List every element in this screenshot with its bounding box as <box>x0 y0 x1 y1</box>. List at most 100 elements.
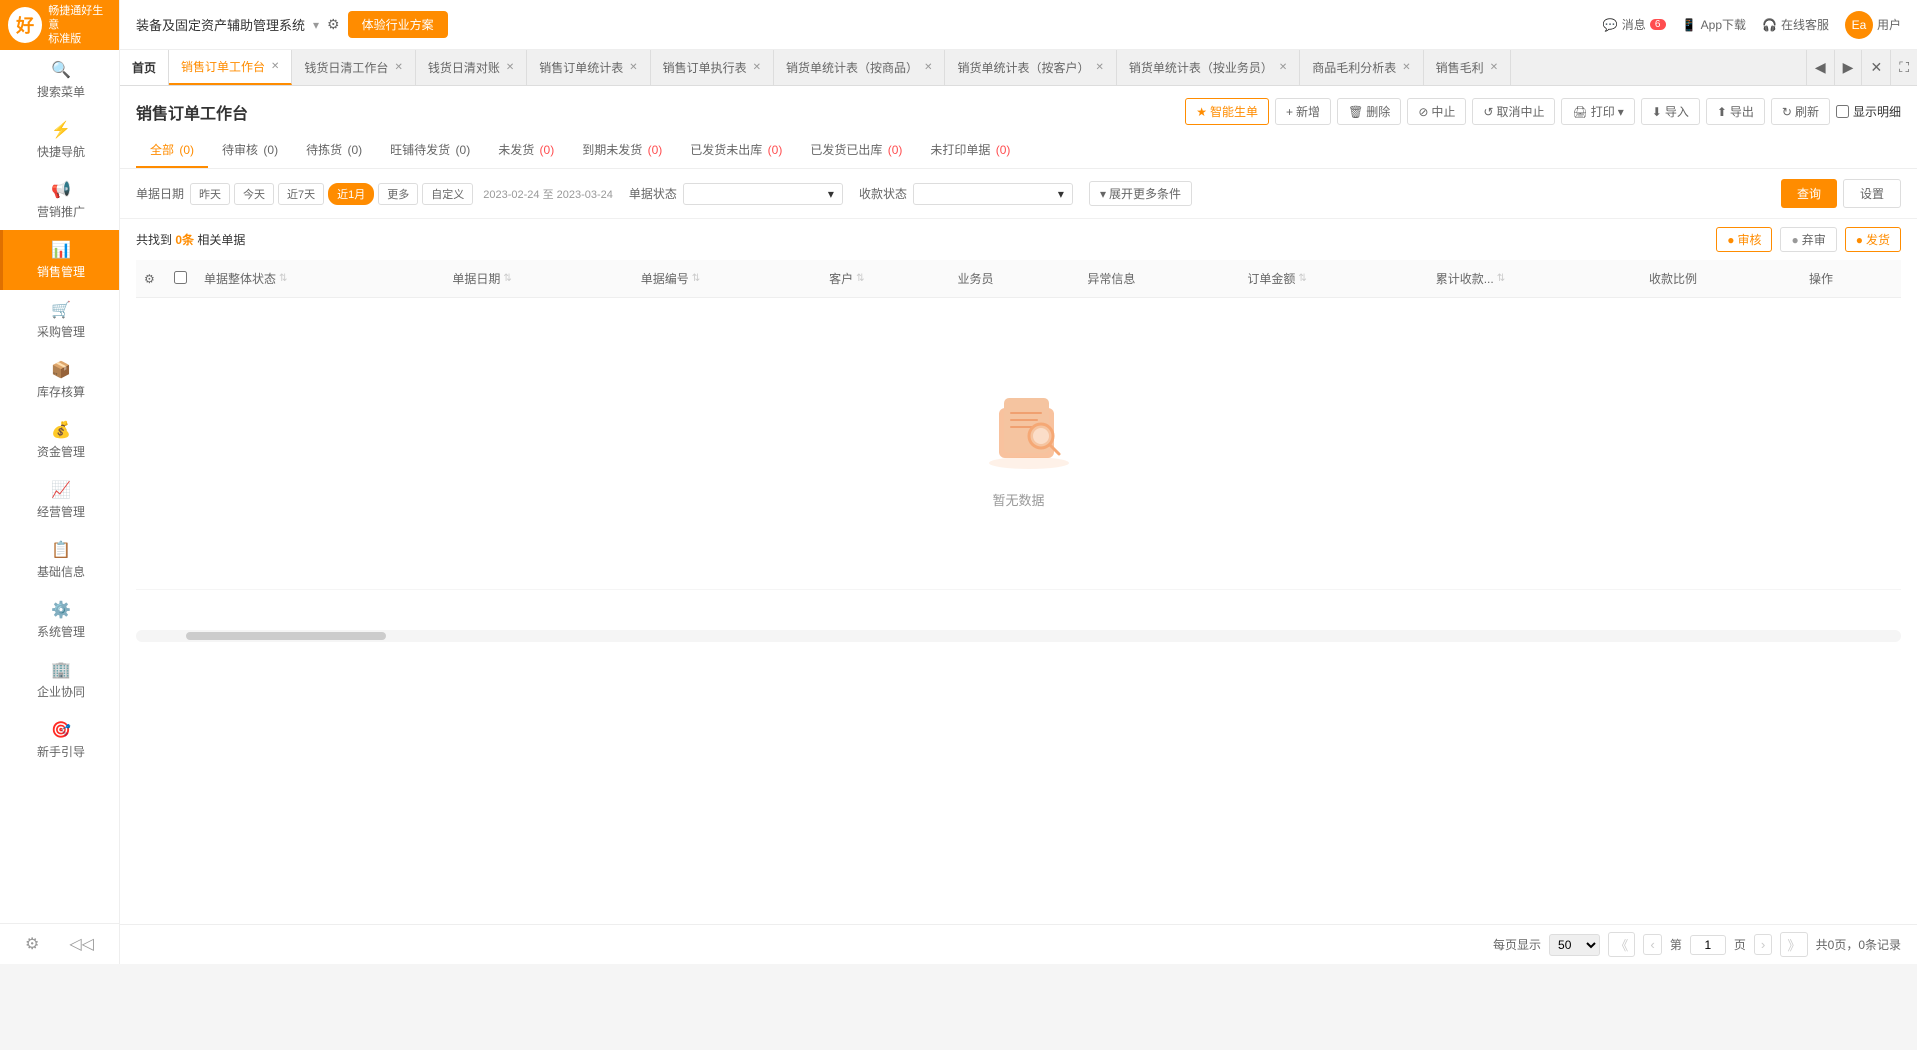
tab-sales-exec[interactable]: 销售订单执行表 ✕ <box>651 50 774 85</box>
sub-tab-not-printed[interactable]: 未打印单据 (0) <box>916 133 1024 168</box>
tab-close-icon[interactable]: ✕ <box>1490 62 1498 73</box>
tab-sales-summary-product[interactable]: 销货单统计表（按商品） ✕ <box>774 50 945 85</box>
show-detail-toggle[interactable]: 显示明细 <box>1836 103 1901 120</box>
header-right: 💬 消息 6 📱 App下载 🎧 在线客服 Ea 用户 <box>1603 11 1901 39</box>
sidebar-item-search[interactable]: 🔍 搜索菜单 <box>0 50 119 110</box>
delete-button[interactable]: 🗑 删除 <box>1337 98 1401 125</box>
sidebar-item-marketing[interactable]: 📢 营销推广 <box>0 170 119 230</box>
tab-sales-gross[interactable]: 销售毛利 ✕ <box>1424 50 1511 85</box>
sidebar-item-guide[interactable]: 🎯 新手引导 <box>0 710 119 770</box>
th-number-sort[interactable]: 单据编号 ⇅ <box>641 270 813 287</box>
tab-close-icon[interactable]: ✕ <box>1095 62 1103 73</box>
custom-btn[interactable]: 自定义 <box>422 183 473 205</box>
sidebar-item-system[interactable]: ⚙️ 系统管理 <box>0 590 119 650</box>
show-detail-checkbox[interactable] <box>1836 105 1849 118</box>
last7-btn[interactable]: 近7天 <box>278 183 324 205</box>
th-amount-sort[interactable]: 订单金额 ⇅ <box>1247 270 1419 287</box>
sub-tab-all[interactable]: 全部 (0) <box>136 133 208 168</box>
sub-tab-overdue-not-shipped[interactable]: 到期未发货 (0) <box>568 133 676 168</box>
tab-close-icon[interactable]: ✕ <box>1402 62 1410 73</box>
review-action-button[interactable]: ● 审核 <box>1716 227 1772 252</box>
tab-gross-profit[interactable]: 商品毛利分析表 ✕ <box>1300 50 1423 85</box>
tab-close-icon[interactable]: ✕ <box>924 62 932 73</box>
sidebar-item-inventory[interactable]: 📦 库存核算 <box>0 350 119 410</box>
tab-sales-stats[interactable]: 销售订单统计表 ✕ <box>527 50 650 85</box>
add-button[interactable]: + 新增 <box>1275 98 1331 125</box>
online-service-button[interactable]: 🎧 在线客服 <box>1762 16 1829 33</box>
tab-sales-workbench[interactable]: 销售订单工作台 ✕ <box>169 50 292 85</box>
sidebar-item-quick-nav[interactable]: ⚡ 快捷导航 <box>0 110 119 170</box>
th-gear[interactable]: ⚙ <box>136 260 166 298</box>
refresh-button[interactable]: ↻ 刷新 <box>1771 98 1830 125</box>
select-all-checkbox[interactable] <box>174 271 187 284</box>
tab-maximize-button[interactable]: ⛶ <box>1890 50 1917 85</box>
horizontal-scrollbar[interactable] <box>136 630 1901 642</box>
settings-bottom-icon[interactable]: ⚙ <box>25 934 39 954</box>
sidebar-item-basic-info[interactable]: 📋 基础信息 <box>0 530 119 590</box>
cancel-dot: ● <box>1791 233 1798 247</box>
tab-close-icon[interactable]: ✕ <box>629 62 637 73</box>
collapse-icon[interactable]: ◁◁ <box>69 934 94 954</box>
page-number-input[interactable] <box>1690 935 1726 955</box>
per-page-select[interactable]: 50 10 20 100 <box>1549 934 1600 956</box>
tab-close-icon[interactable]: ✕ <box>1279 62 1287 73</box>
sub-tab-wangpu-pending[interactable]: 旺铺待发货 (0) <box>376 133 484 168</box>
last-page-button[interactable]: 》 <box>1780 932 1807 957</box>
sub-tab-not-shipped[interactable]: 未发货 (0) <box>484 133 568 168</box>
tab-scroll-right-button[interactable]: ▶ <box>1834 50 1862 85</box>
more-btn[interactable]: 更多 <box>378 183 418 205</box>
import-button[interactable]: ⬇ 导入 <box>1641 98 1700 125</box>
th-date-sort[interactable]: 单据日期 ⇅ <box>452 270 624 287</box>
tab-close-icon[interactable]: ✕ <box>506 62 514 73</box>
pagination-bar: 每页显示 50 10 20 100 《 ‹ 第 页 › 》 共0页，0条记录 <box>120 924 1917 964</box>
user-button[interactable]: Ea 用户 <box>1845 11 1901 39</box>
cancel-stop-button[interactable]: ↺ 取消中止 <box>1472 98 1555 125</box>
tab-close-icon[interactable]: ✕ <box>753 62 761 73</box>
scrollbar-thumb[interactable] <box>186 632 386 640</box>
ship-action-button[interactable]: ● 发货 <box>1845 227 1901 252</box>
sub-tab-pending-pickup[interactable]: 待拣货 (0) <box>292 133 376 168</box>
export-button[interactable]: ⬆ 导出 <box>1706 98 1765 125</box>
last-month-btn[interactable]: 近1月 <box>328 183 374 205</box>
next-page-button[interactable]: › <box>1754 934 1772 955</box>
message-button[interactable]: 💬 消息 6 <box>1603 16 1666 33</box>
tab-sales-summary-customer[interactable]: 销货单统计表（按客户） ✕ <box>945 50 1116 85</box>
sub-tab-shipped-out[interactable]: 已发货已出库 (0) <box>796 133 916 168</box>
tab-close-icon[interactable]: ✕ <box>271 61 279 72</box>
sidebar-item-enterprise[interactable]: 🏢 企业协同 <box>0 650 119 710</box>
dropdown-arrow-icon[interactable]: ▾ <box>313 18 319 32</box>
sub-tab-pending-review[interactable]: 待审核 (0) <box>208 133 292 168</box>
tab-close-all-button[interactable]: ✕ <box>1861 50 1890 85</box>
today-btn[interactable]: 今天 <box>234 183 274 205</box>
stop-button[interactable]: ⊘ 中止 <box>1407 98 1466 125</box>
app-download-button[interactable]: 📱 App下载 <box>1682 16 1746 33</box>
sidebar-item-purchase[interactable]: 🛒 采购管理 <box>0 290 119 350</box>
smart-create-button[interactable]: ★ 智能生单 <box>1185 98 1269 125</box>
header-gear-icon[interactable]: ⚙ <box>327 16 340 33</box>
tab-scroll-left-button[interactable]: ◀ <box>1806 50 1834 85</box>
th-status-sort[interactable]: 单据整体状态 ⇅ <box>204 270 436 287</box>
tab-home[interactable]: 首页 <box>120 50 169 85</box>
tab-cash-daily[interactable]: 钱货日清工作台 ✕ <box>292 50 415 85</box>
prev-page-button[interactable]: ‹ <box>1643 934 1661 955</box>
sidebar-item-sales[interactable]: 📊 销售管理 <box>0 230 119 290</box>
sub-tab-shipped-not-out[interactable]: 已发货未出库 (0) <box>676 133 796 168</box>
status-select[interactable]: ▾ <box>683 183 843 205</box>
th-checkbox[interactable] <box>166 260 196 298</box>
first-page-button[interactable]: 《 <box>1608 932 1635 957</box>
cancel-review-button[interactable]: ● 弃审 <box>1780 227 1836 252</box>
yesterday-btn[interactable]: 昨天 <box>190 183 230 205</box>
industry-solution-button[interactable]: 体验行业方案 <box>348 11 448 38</box>
th-collected-sort[interactable]: 累计收款... ⇅ <box>1436 270 1633 287</box>
payment-select[interactable]: ▾ <box>913 183 1073 205</box>
filter-setting-button[interactable]: 设置 <box>1843 179 1901 208</box>
expand-conditions-button[interactable]: ▾ 展开更多条件 <box>1089 181 1192 206</box>
th-customer-sort[interactable]: 客户 ⇅ <box>829 270 941 287</box>
sidebar-item-finance[interactable]: 💰 资金管理 <box>0 410 119 470</box>
query-button[interactable]: 查询 <box>1781 179 1837 208</box>
print-button[interactable]: 🖨 打印 ▾ <box>1561 98 1634 125</box>
tab-sales-summary-staff[interactable]: 销货单统计表（按业务员） ✕ <box>1117 50 1300 85</box>
tab-close-icon[interactable]: ✕ <box>394 62 402 73</box>
tab-cash-reconcile[interactable]: 钱货日清对账 ✕ <box>416 50 527 85</box>
sidebar-item-operations[interactable]: 📈 经营管理 <box>0 470 119 530</box>
